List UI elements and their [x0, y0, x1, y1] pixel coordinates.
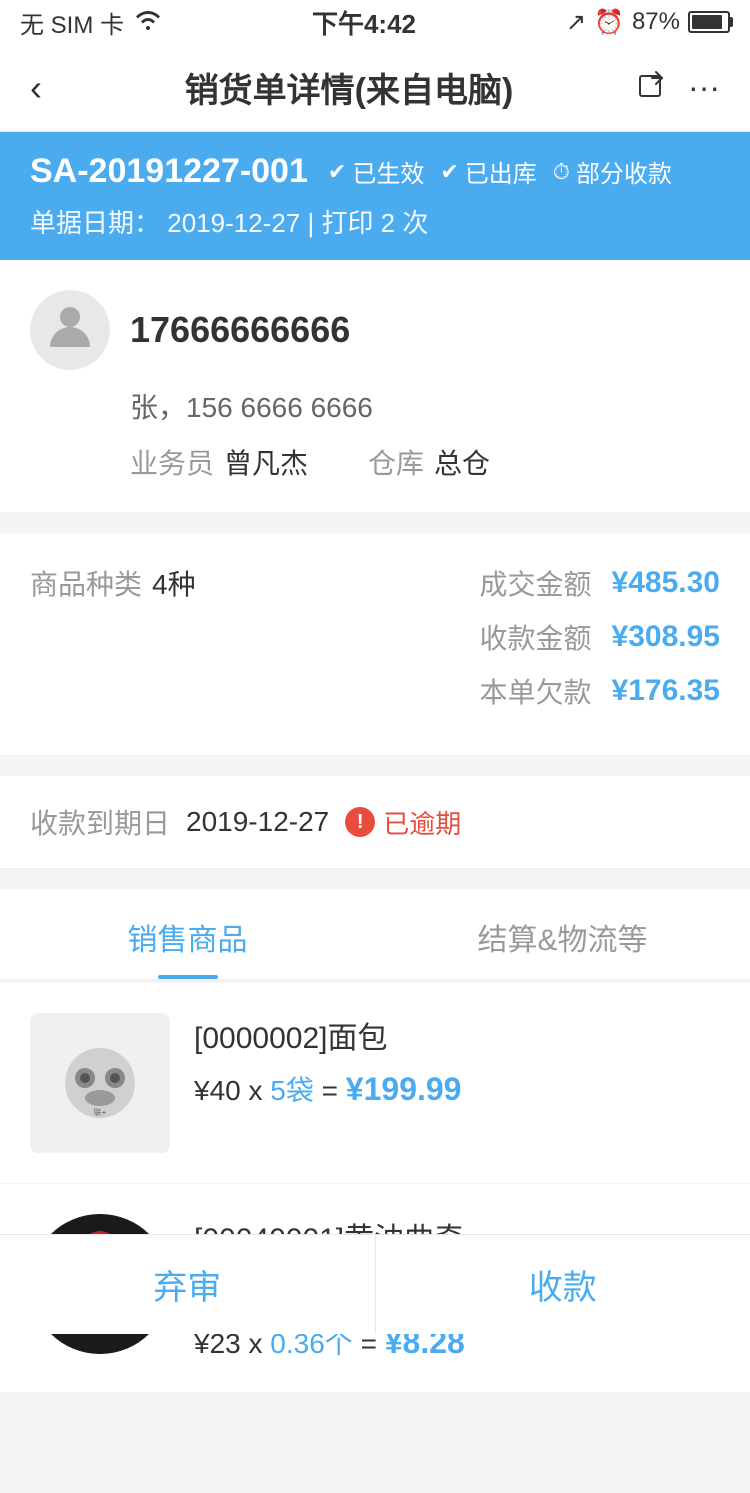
- nav-bar: ‹ 销货单详情(来自电脑) ···: [0, 44, 750, 132]
- status-badges: ✔ 已生效 ✔ 已出库 ⏱ 部分收款: [328, 154, 672, 189]
- status-time: 下午4:42: [312, 4, 416, 41]
- product-price-1: ¥40 x 5袋 = ¥199.99: [194, 1069, 720, 1109]
- owed-item: 本单欠款 ¥176.35: [480, 671, 720, 711]
- header-date: 单据日期： 2019-12-27 | 打印 2 次: [30, 203, 720, 240]
- check-icon-2: ✔: [440, 159, 458, 185]
- badge-effective: ✔ 已生效: [328, 154, 424, 189]
- collect-payment-button[interactable]: 收款: [376, 1235, 750, 1334]
- summary-left: 商品种类 4种: [30, 563, 196, 617]
- cancel-audit-button[interactable]: 弃审: [0, 1235, 376, 1334]
- status-bar: 无 SIM 卡 下午4:42 ↗ ⏰ 87%: [0, 0, 750, 44]
- customer-name-detail: 张，156 6666 6666: [130, 386, 720, 426]
- amount-label: 成交金额: [480, 563, 592, 603]
- customer-phone: 17666666666: [130, 309, 350, 351]
- tab-settlement[interactable]: 结算&物流等: [375, 889, 750, 979]
- price-separator-1: x: [249, 1075, 271, 1106]
- product-info-1: [0000002]面包 ¥40 x 5袋 = ¥199.99: [194, 1013, 720, 1109]
- tab-products[interactable]: 销售商品: [0, 889, 375, 979]
- back-button[interactable]: ‹: [30, 67, 42, 109]
- more-icon[interactable]: ···: [688, 69, 720, 106]
- sales-rep-label: 业务员: [130, 442, 214, 482]
- received-value: ¥308.95: [612, 620, 720, 654]
- price-equals-1: =: [322, 1075, 346, 1106]
- tabs-section: 销售商品 结算&物流等: [0, 889, 750, 981]
- overdue-label: 已逾期: [383, 804, 461, 841]
- status-left: 无 SIM 卡: [20, 5, 162, 40]
- nav-actions: ···: [636, 68, 720, 108]
- person-icon: [45, 299, 95, 361]
- due-label: 收款到期日: [30, 802, 170, 842]
- product-name-1: [0000002]面包: [194, 1013, 720, 1057]
- alarm-icon: ⏰: [594, 8, 624, 37]
- customer-meta: 业务员 曾凡杰 仓库 总仓: [130, 442, 720, 482]
- warehouse-label: 仓库: [368, 442, 424, 482]
- amount-item: 成交金额 ¥485.30: [480, 563, 720, 603]
- warehouse-value: 总仓: [434, 442, 490, 482]
- page-title: 销货单详情(来自电脑): [62, 63, 636, 112]
- customer-section: 17666666666 张，156 6666 6666 业务员 曾凡杰 仓库 总…: [0, 260, 750, 513]
- header-banner: SA-20191227-001 ✔ 已生效 ✔ 已出库 ⏱ 部分收款 单据日期：…: [0, 132, 750, 260]
- summary-row: 商品种类 4种 成交金额 ¥485.30 收款金额 ¥308.95 本单欠款 ¥…: [30, 563, 720, 725]
- due-date-value: 2019-12-27: [186, 806, 329, 838]
- product-type-value: 4种: [152, 563, 196, 603]
- list-item: 联+ [0000002]面包 ¥40 x 5袋 = ¥199.99: [0, 983, 750, 1184]
- sales-rep-item: 业务员 曾凡杰: [130, 442, 308, 482]
- status-right: ↗ ⏰ 87%: [566, 8, 730, 37]
- warehouse-item: 仓库 总仓: [368, 442, 490, 482]
- tabs-row: 销售商品 结算&物流等: [0, 889, 750, 979]
- avatar: [30, 290, 110, 370]
- owed-label: 本单欠款: [480, 671, 592, 711]
- summary-right: 成交金额 ¥485.30 收款金额 ¥308.95 本单欠款 ¥176.35: [480, 563, 720, 725]
- location-icon: ↗: [566, 8, 586, 37]
- sales-rep-value: 曾凡杰: [224, 442, 308, 482]
- owed-value: ¥176.35: [612, 674, 720, 708]
- carrier-text: 无 SIM 卡: [20, 5, 124, 40]
- badge-shipped: ✔ 已出库: [440, 154, 536, 189]
- product-type-item: 商品种类 4种: [30, 563, 196, 603]
- battery-text: 87%: [632, 8, 680, 36]
- received-label: 收款金额: [480, 617, 592, 657]
- share-icon[interactable]: [636, 68, 668, 108]
- bottom-bar: 弃审 收款: [0, 1234, 750, 1334]
- product-thumbnail-1: 联+: [30, 1013, 170, 1153]
- overdue-icon: !: [345, 807, 375, 837]
- svg-text:联+: 联+: [94, 1108, 107, 1117]
- summary-section: 商品种类 4种 成交金额 ¥485.30 收款金额 ¥308.95 本单欠款 ¥…: [0, 533, 750, 756]
- wifi-icon: [134, 8, 162, 37]
- check-icon-1: ✔: [328, 159, 346, 185]
- clock-icon: ⏱: [553, 159, 570, 185]
- due-section: 收款到期日 2019-12-27 ! 已逾期: [0, 776, 750, 869]
- customer-row: 17666666666: [30, 290, 720, 370]
- product-type-label: 商品种类: [30, 563, 142, 603]
- amount-value: ¥485.30: [612, 566, 720, 600]
- battery-icon: [688, 11, 730, 33]
- badge-partial: ⏱ 部分收款: [553, 154, 672, 189]
- price-total-1: ¥199.99: [346, 1071, 462, 1107]
- received-item: 收款金额 ¥308.95: [480, 617, 720, 657]
- header-top: SA-20191227-001 ✔ 已生效 ✔ 已出库 ⏱ 部分收款: [30, 152, 720, 191]
- price-base-1: ¥40: [194, 1075, 241, 1106]
- price-qty-1: 5袋: [270, 1075, 314, 1106]
- overdue-badge: ! 已逾期: [345, 804, 461, 841]
- order-id: SA-20191227-001: [30, 152, 308, 191]
